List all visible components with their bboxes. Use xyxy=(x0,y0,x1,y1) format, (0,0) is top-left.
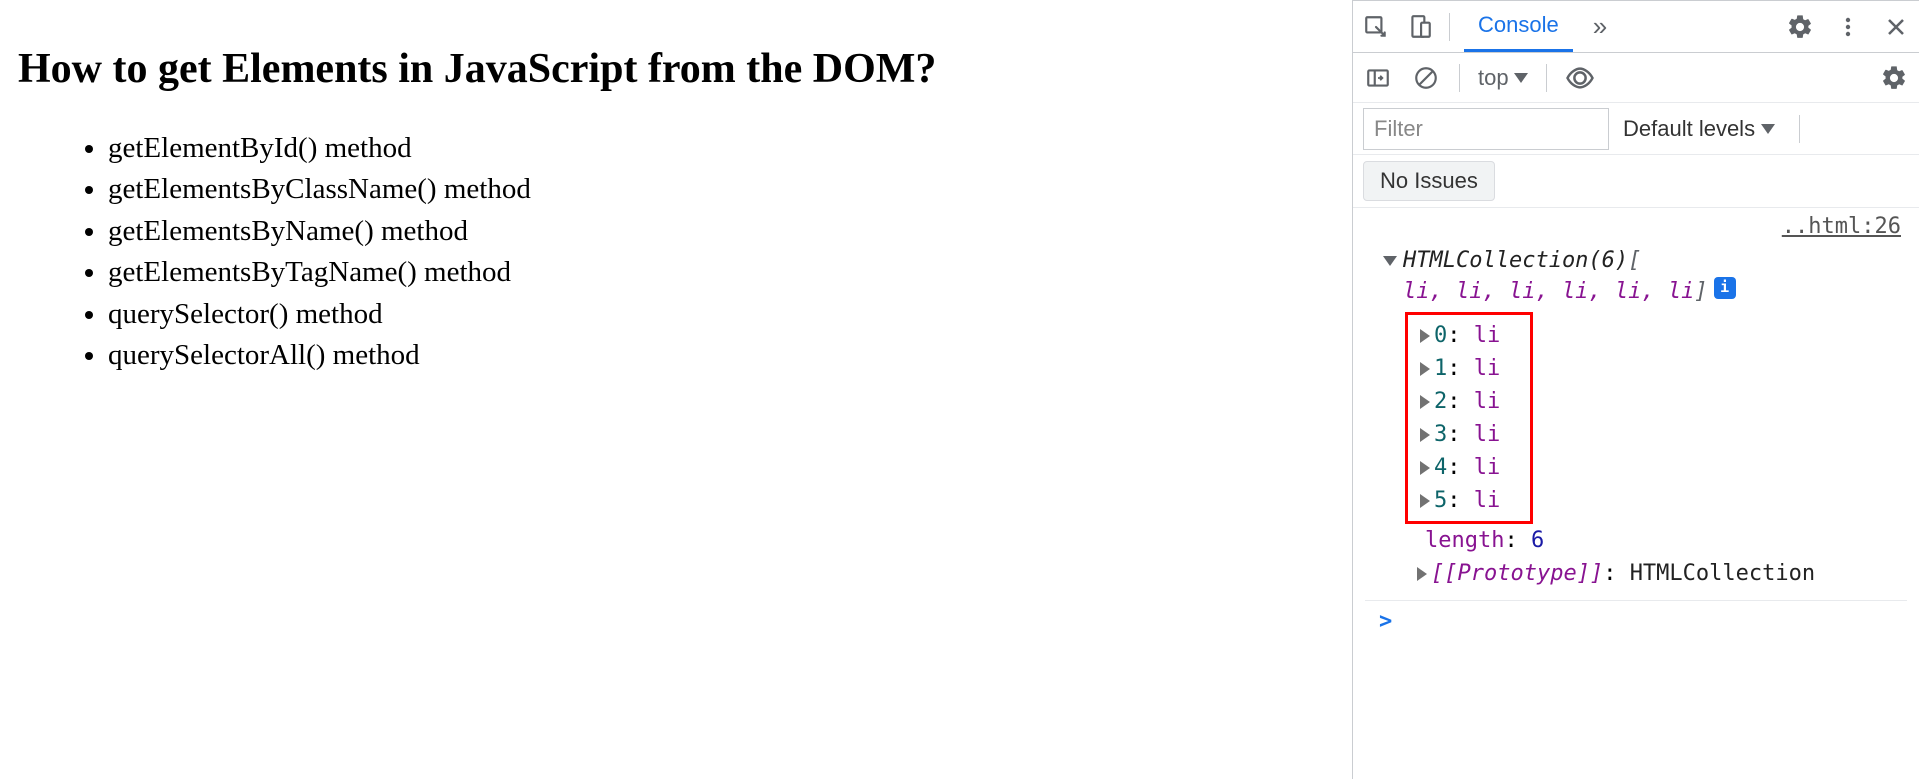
context-label: top xyxy=(1478,65,1509,91)
list-item: getElementsByTagName() method xyxy=(108,252,1334,293)
console-filter-row: Default levels xyxy=(1353,103,1919,155)
collection-item[interactable]: 5: li xyxy=(1420,484,1500,517)
prompt-chevron-icon: > xyxy=(1379,609,1392,634)
live-expression-icon[interactable] xyxy=(1565,63,1595,93)
collection-items-inline: li, li, li, li, li, li xyxy=(1403,277,1694,308)
settings-icon[interactable] xyxy=(1785,12,1815,42)
collection-type: HTMLCollection(6) xyxy=(1403,246,1628,277)
toolbar-separator xyxy=(1799,115,1800,143)
levels-label: Default levels xyxy=(1623,116,1755,142)
list-item: getElementById() method xyxy=(108,128,1334,169)
chevron-right-icon xyxy=(1420,362,1430,376)
filter-input[interactable] xyxy=(1363,108,1609,150)
devtools-panel: Console » top xyxy=(1352,0,1919,779)
kebab-menu-icon[interactable] xyxy=(1833,12,1863,42)
collection-item[interactable]: 2: li xyxy=(1420,385,1500,418)
chevron-right-icon xyxy=(1420,461,1430,475)
devtools-tabstrip: Console » xyxy=(1353,1,1919,53)
close-icon[interactable] xyxy=(1881,12,1911,42)
collection-item[interactable]: 3: li xyxy=(1420,418,1500,451)
device-toolbar-icon[interactable] xyxy=(1405,12,1435,42)
collection-item[interactable]: 4: li xyxy=(1420,451,1500,484)
console-toolbar: top xyxy=(1353,53,1919,103)
chevron-right-icon xyxy=(1417,567,1427,581)
collection-header[interactable]: HTMLCollection(6) [ li, li, li, li, li, … xyxy=(1365,246,1907,308)
methods-list: getElementById() method getElementsByCla… xyxy=(18,128,1334,377)
console-prompt[interactable]: > xyxy=(1365,600,1907,642)
console-sidebar-toggle-icon[interactable] xyxy=(1363,63,1393,93)
chevron-right-icon xyxy=(1420,494,1430,508)
list-item: getElementsByName() method xyxy=(108,211,1334,252)
collection-prototype[interactable]: [[Prototype]]: HTMLCollection xyxy=(1417,557,1907,590)
tab-overflow-icon[interactable]: » xyxy=(1587,11,1613,42)
chevron-right-icon xyxy=(1420,329,1430,343)
bracket-close: ] xyxy=(1694,277,1707,308)
chevron-right-icon xyxy=(1420,428,1430,442)
chevron-right-icon xyxy=(1420,395,1430,409)
chevron-down-icon xyxy=(1761,124,1775,134)
collection-item[interactable]: 0: li xyxy=(1420,319,1500,352)
source-link[interactable]: ..html:26 xyxy=(1782,214,1901,239)
toolbar-separator xyxy=(1459,64,1460,92)
list-item: getElementsByClassName() method xyxy=(108,169,1334,210)
collection-length: length: 6 xyxy=(1425,524,1907,557)
tab-separator xyxy=(1449,13,1450,41)
clear-console-icon[interactable] xyxy=(1411,63,1441,93)
info-badge-icon[interactable]: i xyxy=(1714,277,1736,299)
console-output: ..html:26 HTMLCollection(6) [ li, li, li… xyxy=(1353,208,1919,779)
log-levels-selector[interactable]: Default levels xyxy=(1623,116,1775,142)
toolbar-separator xyxy=(1546,64,1547,92)
tab-console[interactable]: Console xyxy=(1464,1,1573,52)
issues-row: No Issues xyxy=(1353,155,1919,208)
page-heading: How to get Elements in JavaScript from t… xyxy=(18,45,1334,93)
issues-badge[interactable]: No Issues xyxy=(1363,161,1495,201)
console-settings-icon[interactable] xyxy=(1879,63,1909,93)
context-selector[interactable]: top xyxy=(1478,65,1528,91)
collection-items-box: 0: li 1: li 2: li 3: li 4: li 5: li xyxy=(1405,312,1533,524)
chevron-down-icon xyxy=(1514,73,1528,83)
inspect-element-icon[interactable] xyxy=(1361,12,1391,42)
list-item: querySelectorAll() method xyxy=(108,335,1334,376)
chevron-down-icon xyxy=(1383,256,1397,266)
list-item: querySelector() method xyxy=(108,294,1334,335)
bracket-open: [ xyxy=(1628,246,1641,277)
collection-item[interactable]: 1: li xyxy=(1420,352,1500,385)
page-content: How to get Elements in JavaScript from t… xyxy=(0,0,1352,779)
